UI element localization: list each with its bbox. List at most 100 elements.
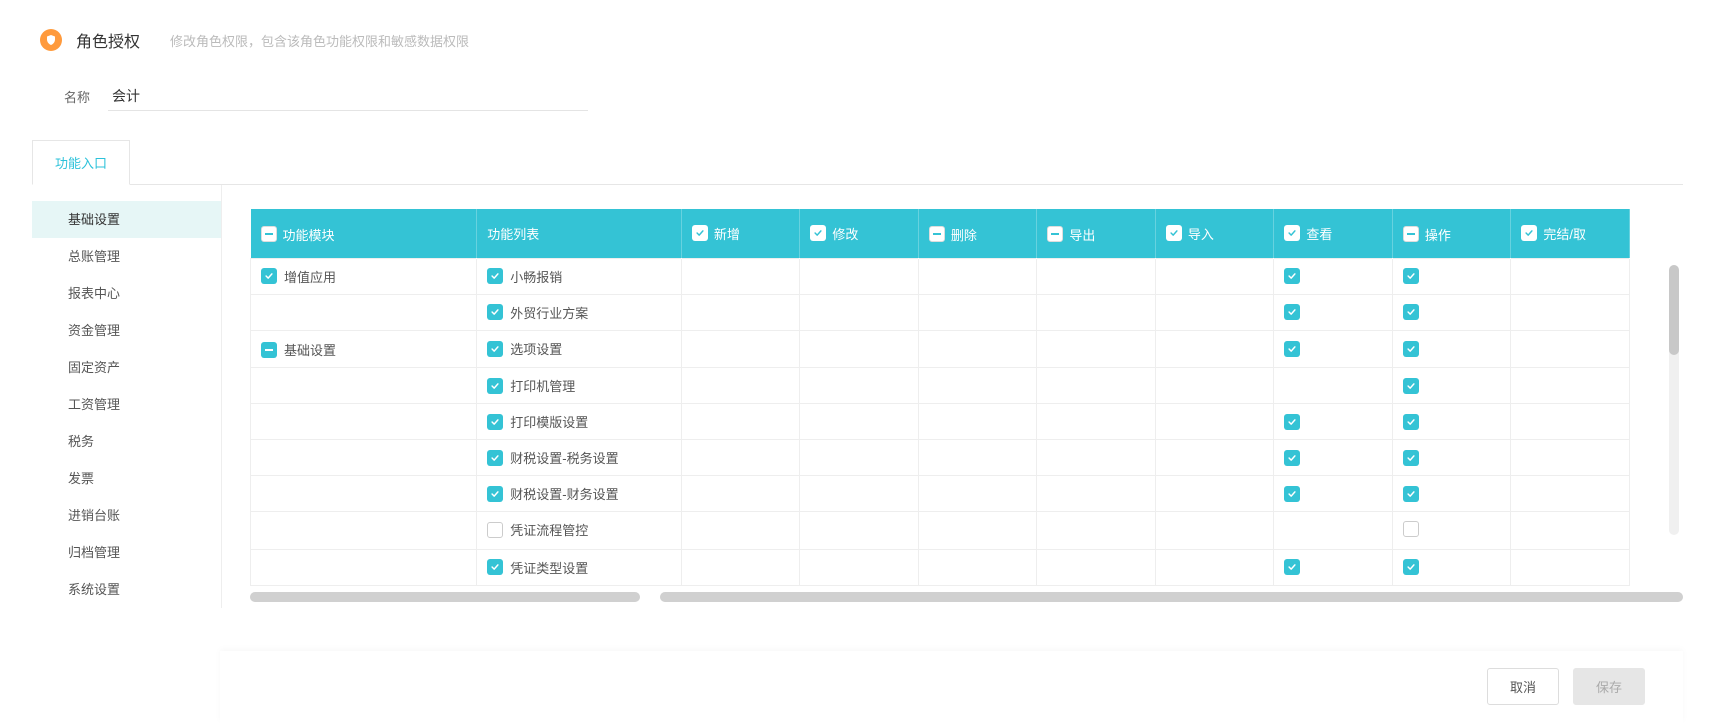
- column-header: 功能模块: [251, 209, 477, 258]
- sidebar-item[interactable]: 总账管理: [32, 238, 221, 275]
- sidebar-item[interactable]: 归档管理: [32, 534, 221, 571]
- checkbox[interactable]: [1403, 486, 1419, 502]
- column-header: 查看: [1274, 209, 1393, 258]
- permission-cell: [918, 440, 1037, 476]
- checkbox[interactable]: [810, 225, 826, 241]
- vertical-scrollbar[interactable]: [1669, 265, 1679, 535]
- sidebar-item[interactable]: 系统设置: [32, 571, 221, 608]
- permission-cell: [1511, 330, 1630, 368]
- checkbox[interactable]: [1403, 304, 1419, 320]
- feature-label: 选项设置: [510, 339, 562, 358]
- checkbox[interactable]: [487, 486, 503, 502]
- checkbox[interactable]: [1403, 521, 1419, 537]
- checkbox[interactable]: [1284, 414, 1300, 430]
- shield-icon: [40, 29, 62, 51]
- checkbox[interactable]: [1284, 225, 1300, 241]
- permission-cell: [918, 476, 1037, 512]
- sidebar-item[interactable]: 工资管理: [32, 386, 221, 423]
- checkbox[interactable]: [1284, 304, 1300, 320]
- feature-cell: 小畅报销: [477, 258, 682, 294]
- checkbox[interactable]: [1284, 450, 1300, 466]
- permission-cell: [1155, 440, 1274, 476]
- sidebar-item[interactable]: 税务: [32, 423, 221, 460]
- checkbox[interactable]: [1521, 225, 1537, 241]
- checkbox[interactable]: [692, 225, 708, 241]
- checkbox[interactable]: [1284, 268, 1300, 284]
- column-header: 新增: [681, 209, 800, 258]
- permission-cell: [800, 404, 919, 440]
- checkbox[interactable]: [487, 559, 503, 575]
- permission-cell: [1392, 549, 1511, 585]
- permission-cell: [681, 512, 800, 550]
- permission-cell: [1511, 294, 1630, 330]
- checkbox[interactable]: [487, 268, 503, 284]
- module-cell: [251, 294, 477, 330]
- feature-label: 财税设置-税务设置: [510, 448, 618, 467]
- tab-function-entry[interactable]: 功能入口: [32, 140, 130, 185]
- checkbox[interactable]: [1047, 226, 1063, 242]
- permission-cell: [800, 440, 919, 476]
- permission-cell: [918, 294, 1037, 330]
- sidebar-item[interactable]: 资金管理: [32, 312, 221, 349]
- table-row: 基础设置选项设置: [251, 330, 1630, 368]
- permission-cell: [1155, 294, 1274, 330]
- checkbox[interactable]: [261, 226, 277, 242]
- sidebar-item[interactable]: 报表中心: [32, 275, 221, 312]
- permission-cell: [1511, 440, 1630, 476]
- module-cell: [251, 368, 477, 404]
- permission-cell: [1392, 294, 1511, 330]
- checkbox[interactable]: [1166, 225, 1182, 241]
- checkbox[interactable]: [487, 522, 503, 538]
- horizontal-scrollbar-right[interactable]: [660, 592, 1683, 602]
- checkbox[interactable]: [487, 378, 503, 394]
- checkbox[interactable]: [1403, 378, 1419, 394]
- permission-cell: [681, 330, 800, 368]
- page-header: 角色授权 修改角色权限，包含该角色功能权限和敏感数据权限: [0, 0, 1715, 52]
- sidebar-item[interactable]: 进销台账: [32, 497, 221, 534]
- checkbox[interactable]: [1403, 450, 1419, 466]
- permission-cell: [1037, 294, 1156, 330]
- module-cell: [251, 476, 477, 512]
- checkbox[interactable]: [1403, 559, 1419, 575]
- horizontal-scrollbar-left[interactable]: [250, 592, 640, 602]
- column-header: 完结/取: [1511, 209, 1630, 258]
- permission-cell: [800, 258, 919, 294]
- column-header-label: 删除: [951, 225, 977, 244]
- name-input[interactable]: [108, 82, 588, 111]
- checkbox[interactable]: [1284, 486, 1300, 502]
- checkbox[interactable]: [487, 304, 503, 320]
- feature-cell: 财税设置-财务设置: [477, 476, 682, 512]
- module-label: 增值应用: [284, 267, 336, 286]
- column-header-label: 操作: [1425, 225, 1451, 244]
- checkbox[interactable]: [487, 450, 503, 466]
- table-row: 增值应用 小畅报销: [251, 258, 1630, 294]
- checkbox[interactable]: [1403, 414, 1419, 430]
- permission-cell: [918, 549, 1037, 585]
- permission-cell: [1155, 368, 1274, 404]
- checkbox[interactable]: [1403, 268, 1419, 284]
- feature-label: 打印模版设置: [510, 412, 588, 431]
- permission-cell: [918, 330, 1037, 368]
- save-button[interactable]: 保存: [1573, 668, 1645, 705]
- sidebar-item[interactable]: 基础设置: [32, 201, 221, 238]
- permission-cell: [918, 404, 1037, 440]
- sidebar-item[interactable]: 发票: [32, 460, 221, 497]
- checkbox[interactable]: [261, 342, 277, 358]
- permission-cell: [1274, 476, 1393, 512]
- table-row: 财税设置-财务设置: [251, 476, 1630, 512]
- permission-cell: [918, 368, 1037, 404]
- checkbox[interactable]: [1403, 226, 1419, 242]
- checkbox[interactable]: [487, 414, 503, 430]
- table-row: 外贸行业方案: [251, 294, 1630, 330]
- permission-cell: [681, 404, 800, 440]
- table-row: 打印模版设置: [251, 404, 1630, 440]
- checkbox[interactable]: [261, 268, 277, 284]
- checkbox[interactable]: [1403, 341, 1419, 357]
- checkbox[interactable]: [1284, 559, 1300, 575]
- checkbox[interactable]: [929, 226, 945, 242]
- permission-cell: [681, 294, 800, 330]
- checkbox[interactable]: [487, 341, 503, 357]
- sidebar-item[interactable]: 固定资产: [32, 349, 221, 386]
- cancel-button[interactable]: 取消: [1487, 668, 1559, 705]
- checkbox[interactable]: [1284, 341, 1300, 357]
